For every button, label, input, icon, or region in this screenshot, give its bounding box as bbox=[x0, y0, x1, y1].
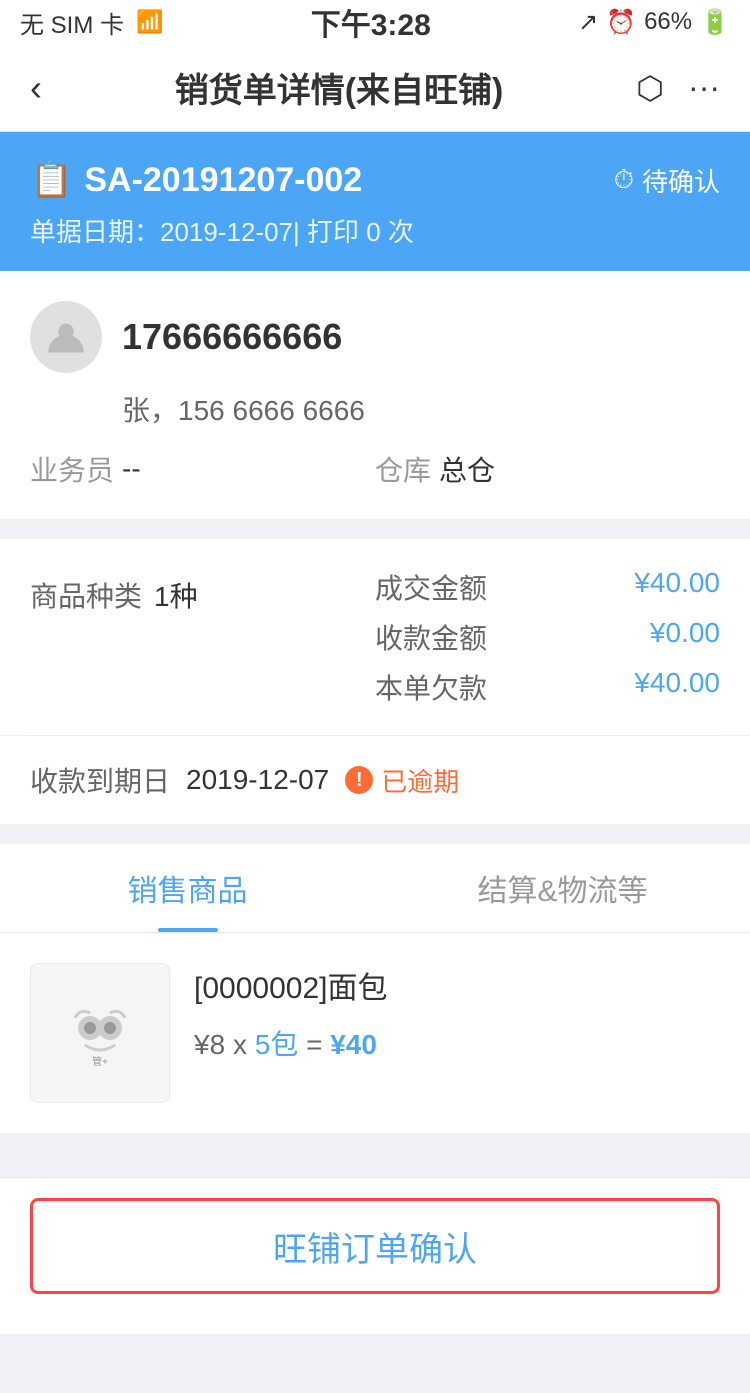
back-button[interactable]: ‹ bbox=[30, 67, 42, 109]
product-thumbnail: 管+ bbox=[30, 963, 170, 1103]
more-icon[interactable]: ··· bbox=[688, 69, 720, 106]
clock: 下午3:28 bbox=[311, 0, 431, 44]
carrier-text: 无 SIM 卡 bbox=[20, 5, 124, 40]
amount-info: 成交金额 ¥40.00 收款金额 ¥0.00 本单欠款 ¥40.00 bbox=[375, 567, 720, 707]
owed-row: 本单欠款 ¥40.00 bbox=[375, 667, 720, 707]
tab-products[interactable]: 销售商品 bbox=[0, 844, 375, 932]
avatar bbox=[30, 301, 102, 373]
customer-section: 17666666666 张，156 6666 6666 业务员 -- 仓库 总仓 bbox=[0, 271, 750, 519]
divider-1 bbox=[0, 519, 750, 539]
product-section: 管+ [0000002]面包 ¥8 x 5包 = ¥40 bbox=[0, 933, 750, 1133]
product-item: 管+ [0000002]面包 ¥8 x 5包 = ¥40 bbox=[30, 963, 720, 1103]
nav-actions: ⬡ ··· bbox=[636, 69, 720, 107]
status-right: ↗ ⏰ 66% 🔋 bbox=[578, 8, 730, 37]
alarm-icon: ⏰ bbox=[606, 8, 636, 37]
stats-section: 商品种类 1种 成交金额 ¥40.00 收款金额 ¥0.00 本单欠款 ¥40.… bbox=[0, 539, 750, 735]
status-bar: 无 SIM 卡 📶 下午3:28 ↗ ⏰ 66% 🔋 bbox=[0, 0, 750, 44]
category-info: 商品种类 1种 bbox=[30, 567, 375, 615]
salesperson-field: 业务员 -- bbox=[30, 449, 375, 489]
product-name: [0000002]面包 bbox=[194, 963, 720, 1007]
tab-settlement[interactable]: 结算&物流等 bbox=[375, 844, 750, 932]
due-date-section: 收款到期日 2019-12-07 ! 已逾期 bbox=[0, 736, 750, 824]
order-number: 📋 SA-20191207-002 bbox=[30, 160, 362, 200]
amount-row: 成交金额 ¥40.00 bbox=[375, 567, 720, 607]
order-header: 📋 SA-20191207-002 ⏱ 待确认 单据日期：2019-12-07|… bbox=[0, 132, 750, 271]
confirm-order-button[interactable]: 旺铺订单确认 bbox=[30, 1198, 720, 1294]
overdue-badge: ! 已逾期 bbox=[345, 762, 459, 799]
received-row: 收款金额 ¥0.00 bbox=[375, 617, 720, 657]
location-icon: ↗ bbox=[578, 8, 598, 37]
product-price: ¥8 x 5包 = ¥40 bbox=[194, 1023, 720, 1063]
order-date: 单据日期：2019-12-07| 打印 0 次 bbox=[30, 212, 720, 249]
product-info: [0000002]面包 ¥8 x 5包 = ¥40 bbox=[194, 963, 720, 1063]
page-title: 销货单详情(来自旺铺) bbox=[175, 63, 504, 112]
customer-name: 张，156 6666 6666 bbox=[30, 389, 720, 429]
battery-text: 66% bbox=[644, 8, 692, 36]
divider-2 bbox=[0, 824, 750, 844]
bottom-bar: 旺铺订单确认 bbox=[0, 1177, 750, 1334]
svg-text:管+: 管+ bbox=[92, 1055, 108, 1068]
order-icon: 📋 bbox=[30, 160, 72, 200]
wifi-icon: 📶 bbox=[136, 9, 163, 35]
status-left: 无 SIM 卡 📶 bbox=[20, 5, 163, 40]
clock-icon: ⏱ bbox=[614, 164, 634, 196]
tabs: 销售商品 结算&物流等 bbox=[0, 844, 750, 933]
nav-bar: ‹ 销货单详情(来自旺铺) ⬡ ··· bbox=[0, 44, 750, 132]
customer-meta: 业务员 -- 仓库 总仓 bbox=[30, 449, 720, 489]
customer-phone: 17666666666 bbox=[122, 316, 342, 358]
share-icon[interactable]: ⬡ bbox=[636, 69, 664, 107]
warehouse-field: 仓库 总仓 bbox=[375, 449, 720, 489]
overdue-icon: ! bbox=[345, 766, 373, 794]
battery-icon: 🔋 bbox=[700, 8, 730, 37]
order-status: ⏱ 待确认 bbox=[614, 162, 720, 199]
